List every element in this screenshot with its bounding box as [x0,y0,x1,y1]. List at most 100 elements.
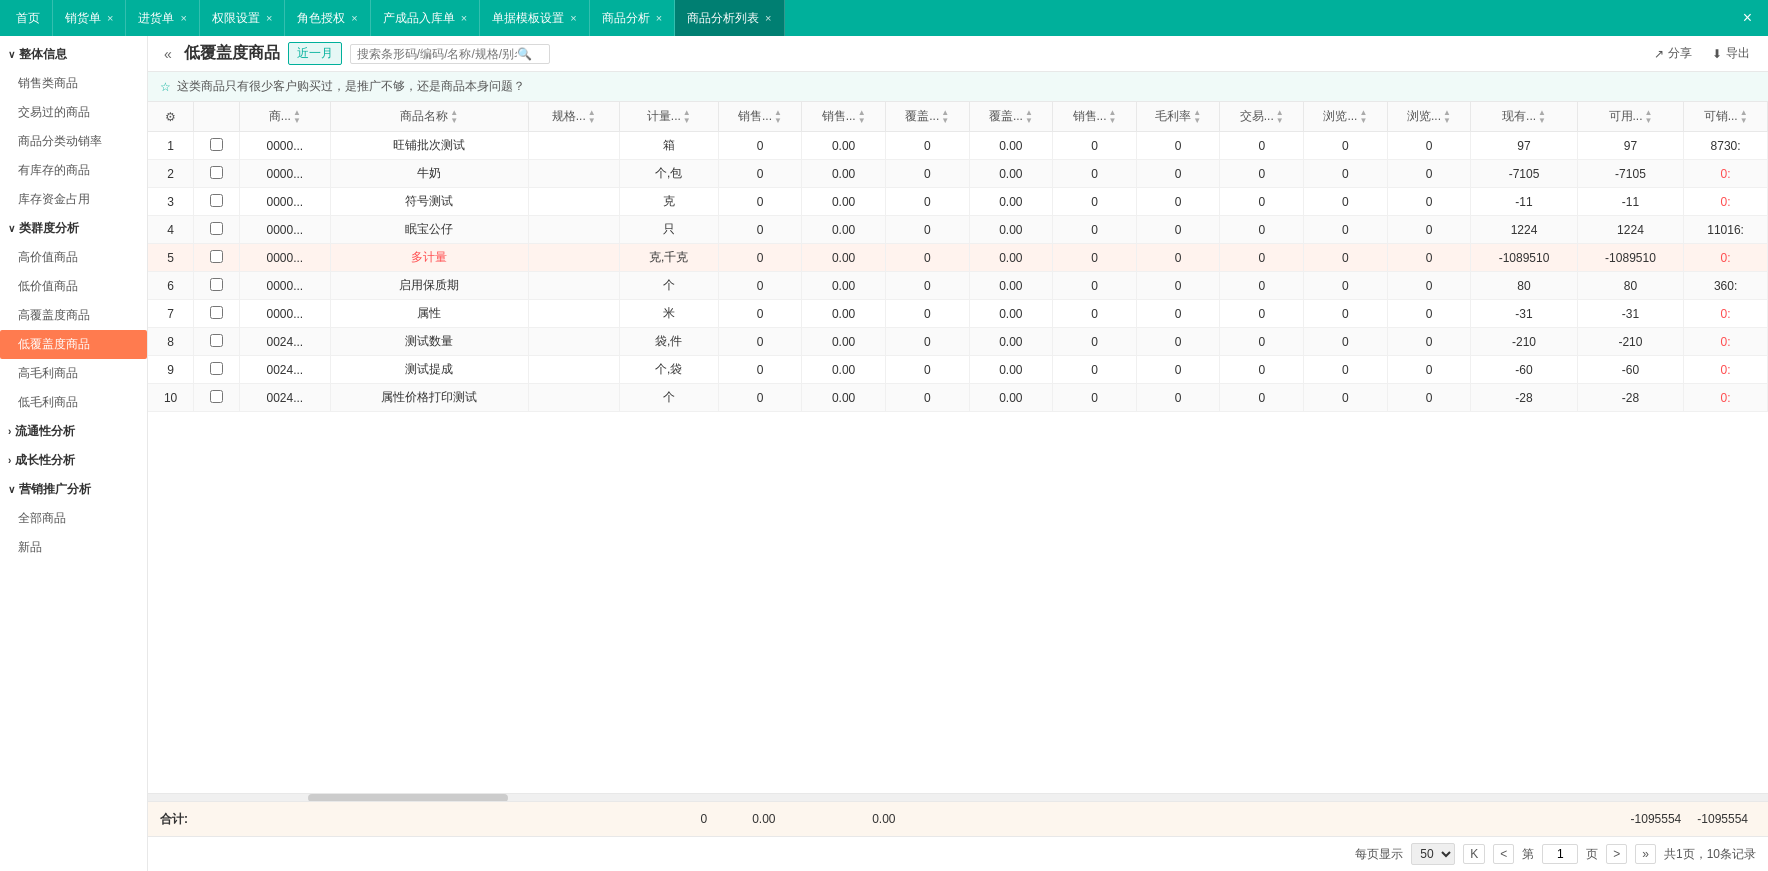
page-number-input[interactable] [1542,844,1578,864]
row-checkbox[interactable] [210,278,223,291]
prev-page-button[interactable]: < [1493,844,1514,864]
code-col-header[interactable]: 商...▲▼ [239,102,330,132]
sidebar-group-marketing[interactable]: ∨ 营销推广分析 [0,475,147,504]
period-button[interactable]: 近一月 [288,42,342,65]
window-close-button[interactable]: × [1731,9,1764,27]
table-cell[interactable] [194,188,240,216]
row-checkbox[interactable] [210,306,223,319]
name-col-header[interactable]: 商品名称▲▼ [330,102,528,132]
first-page-button[interactable]: K [1463,844,1485,864]
coverage-qty-col-header[interactable]: 覆盖...▲▼ [885,102,969,132]
sidebar-item-high-coverage[interactable]: 高覆盖度商品 [0,301,147,330]
spec-col-header[interactable]: 规格...▲▼ [528,102,619,132]
table-cell[interactable]: 0 [1304,216,1388,244]
search-icon[interactable]: 🔍 [517,47,532,61]
table-cell[interactable]: 0 [1304,356,1388,384]
nav-tab-permission[interactable]: 权限设置 × [200,0,285,36]
nav-tab-production[interactable]: 产成品入库单 × [371,0,480,36]
sales-amt-col-header[interactable]: 销售...▲▼ [802,102,886,132]
browse1-col-header[interactable]: 浏览...▲▼ [1304,102,1388,132]
unit-col-header[interactable]: 计量...▲▼ [619,102,718,132]
nav-tab-analysis-list[interactable]: 商品分析列表 × [675,0,784,36]
close-icon[interactable]: × [351,12,357,24]
sales-days-col-header[interactable]: 销售...▲▼ [1053,102,1137,132]
browse-link[interactable]: 0 [1342,195,1349,209]
row-checkbox[interactable] [210,390,223,403]
search-input[interactable] [357,47,517,61]
table-cell[interactable] [194,132,240,160]
row-checkbox[interactable] [210,138,223,151]
collapse-button[interactable]: « [160,44,176,64]
browse-link[interactable]: 0 [1342,279,1349,293]
sidebar-item-stocked-goods[interactable]: 有库存的商品 [0,156,147,185]
available-col-header[interactable]: 可用...▲▼ [1577,102,1683,132]
horizontal-scrollbar[interactable] [148,793,1768,801]
row-checkbox[interactable] [210,334,223,347]
table-cell[interactable]: 0 [1304,244,1388,272]
export-button[interactable]: ⬇ 导出 [1706,43,1756,64]
table-cell[interactable]: 0 [1304,132,1388,160]
browse-link[interactable]: 0 [1342,139,1349,153]
row-checkbox[interactable] [210,194,223,207]
nav-tab-purchase[interactable]: 进货单 × [126,0,199,36]
close-icon[interactable]: × [180,12,186,24]
nav-tab-sales[interactable]: 销货单 × [53,0,126,36]
table-cell[interactable]: 0 [1304,272,1388,300]
sidebar-group-cluster[interactable]: ∨ 类群度分析 [0,214,147,243]
browse-link[interactable]: 0 [1342,167,1349,181]
gross-margin-col-header[interactable]: 毛利率▲▼ [1136,102,1220,132]
nav-tab-analysis[interactable]: 商品分析 × [590,0,675,36]
sidebar-item-stock-capital[interactable]: 库存资金占用 [0,185,147,214]
table-cell[interactable] [194,300,240,328]
table-cell[interactable] [194,384,240,412]
table-cell[interactable]: 0 [1304,160,1388,188]
sidebar-item-low-coverage[interactable]: 低覆盖度商品 [0,330,147,359]
nav-tab-template[interactable]: 单据模板设置 × [480,0,589,36]
current-stock-col-header[interactable]: 现有...▲▼ [1471,102,1577,132]
row-checkbox[interactable] [210,250,223,263]
sidebar-group-growth[interactable]: › 成长性分析 [0,446,147,475]
sidebar-item-sales-goods[interactable]: 销售类商品 [0,69,147,98]
close-icon[interactable]: × [461,12,467,24]
table-cell[interactable]: 0 [1304,328,1388,356]
sidebar-item-category-rate[interactable]: 商品分类动销率 [0,127,147,156]
browse-link[interactable]: 0 [1342,391,1349,405]
table-cell[interactable] [194,244,240,272]
table-cell[interactable] [194,160,240,188]
sidebar-item-high-value[interactable]: 高价值商品 [0,243,147,272]
sidebar-item-all-goods[interactable]: 全部商品 [0,504,147,533]
browse-link[interactable]: 0 [1342,307,1349,321]
close-icon[interactable]: × [107,12,113,24]
sidebar-item-traded-goods[interactable]: 交易过的商品 [0,98,147,127]
sidebar-item-low-value[interactable]: 低价值商品 [0,272,147,301]
table-cell[interactable]: 0 [1304,188,1388,216]
row-checkbox[interactable] [210,166,223,179]
share-button[interactable]: ↗ 分享 [1648,43,1698,64]
coverage-rate-col-header[interactable]: 覆盖...▲▼ [969,102,1053,132]
trade-col-header[interactable]: 交易...▲▼ [1220,102,1304,132]
sidebar-item-high-margin[interactable]: 高毛利商品 [0,359,147,388]
sellable-col-header[interactable]: 可销...▲▼ [1684,102,1768,132]
browse-link[interactable]: 0 [1342,335,1349,349]
close-icon[interactable]: × [656,12,662,24]
nav-tab-home[interactable]: 首页 [4,0,53,36]
table-wrapper[interactable]: ⚙ 商...▲▼ 商品名称▲▼ 规格...▲▼ 计量...▲▼ 销售...▲▼ … [148,102,1768,793]
table-cell[interactable] [194,216,240,244]
sidebar-item-new-goods[interactable]: 新品 [0,533,147,562]
sidebar-group-liquidity[interactable]: › 流通性分析 [0,417,147,446]
table-cell[interactable]: 0 [1304,300,1388,328]
nav-tab-role[interactable]: 角色授权 × [285,0,370,36]
last-page-button[interactable]: » [1635,844,1656,864]
browse-link[interactable]: 0 [1342,251,1349,265]
table-cell[interactable] [194,356,240,384]
sales-qty-col-header[interactable]: 销售...▲▼ [718,102,802,132]
close-icon[interactable]: × [266,12,272,24]
table-cell[interactable] [194,272,240,300]
browse-link[interactable]: 0 [1342,363,1349,377]
row-checkbox[interactable] [210,222,223,235]
settings-col-header[interactable]: ⚙ [148,102,194,132]
next-page-button[interactable]: > [1606,844,1627,864]
page-size-select[interactable]: 50 [1411,843,1455,865]
close-icon[interactable]: × [570,12,576,24]
browse-link[interactable]: 0 [1342,223,1349,237]
